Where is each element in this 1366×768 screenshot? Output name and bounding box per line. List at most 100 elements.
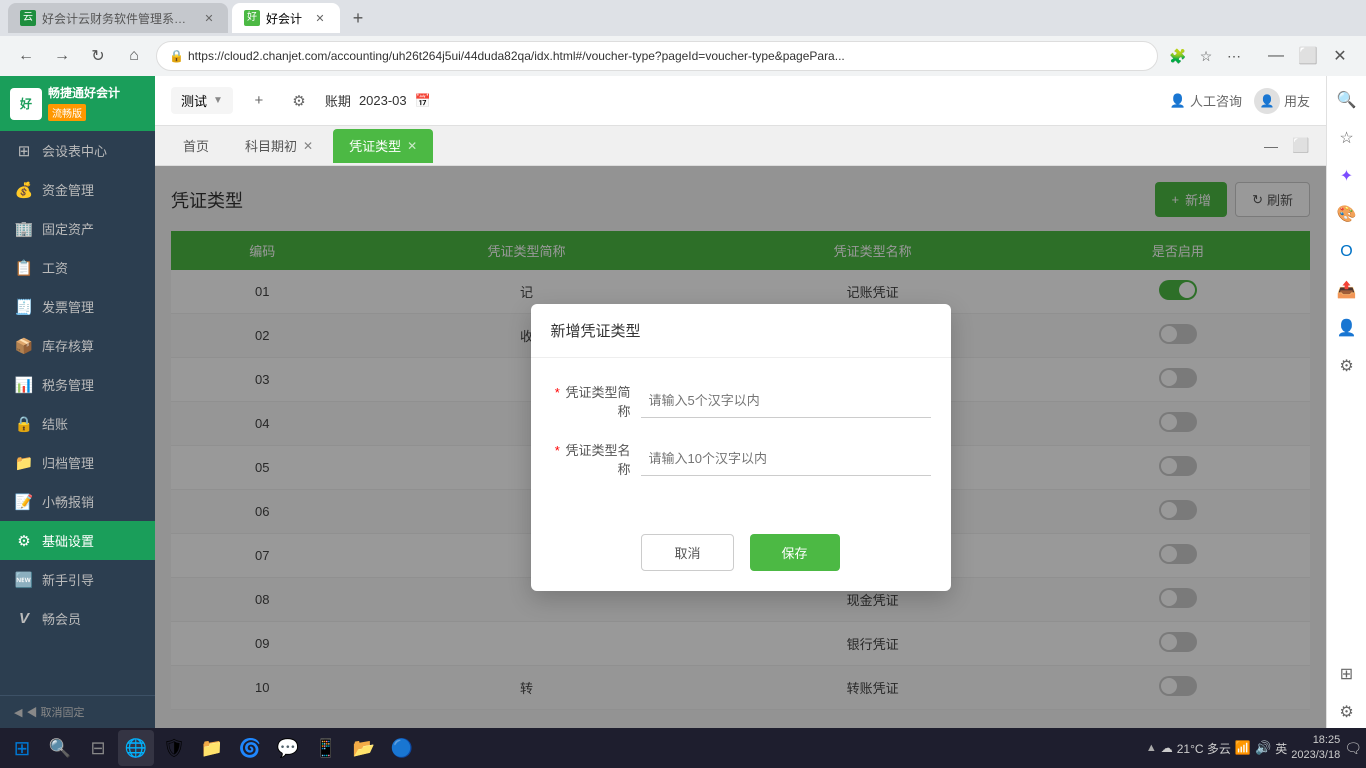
taskbar-search-button[interactable]: 🔍 bbox=[42, 730, 78, 766]
sidebar-item-settings[interactable]: ⚙ 基础设置 bbox=[0, 521, 155, 560]
taskbar-weather-text: 21°C 多云 bbox=[1177, 740, 1231, 757]
right-panel-star[interactable]: ☆ bbox=[1331, 122, 1363, 154]
home-button[interactable]: ⌂ bbox=[120, 42, 148, 70]
workspace-settings-button[interactable]: ⚙ bbox=[285, 87, 313, 115]
minimize-button[interactable]: — bbox=[1262, 42, 1290, 70]
right-panel-add-person[interactable]: 👤 bbox=[1331, 312, 1363, 344]
right-panel-outlook[interactable]: O bbox=[1331, 236, 1363, 268]
taskbar-browser-icon[interactable]: 🌐 bbox=[118, 730, 154, 766]
brand-text-area: 畅捷通好会计 流畅版 bbox=[48, 86, 120, 121]
taskbar-taskview-button[interactable]: ⊟ bbox=[80, 730, 116, 766]
tax-icon: 📊 bbox=[14, 376, 34, 394]
tab-subjects-close[interactable]: ✕ bbox=[303, 139, 313, 153]
sidebar-item-dashboard[interactable]: ⊞ 会设表中心 bbox=[0, 131, 155, 170]
taskbar-edge2-icon[interactable]: 🔵 bbox=[384, 730, 420, 766]
name-input[interactable] bbox=[641, 442, 931, 476]
tab-voucher-type[interactable]: 凭证类型 ✕ bbox=[333, 129, 433, 163]
refresh-button[interactable]: ↻ bbox=[84, 42, 112, 70]
right-panel-ai[interactable]: ✦ bbox=[1331, 160, 1363, 192]
support-button[interactable]: 👤 人工咨询 bbox=[1170, 91, 1242, 110]
browser-tab-1[interactable]: 云 好会计云财务软件管理系统_会计 ✕ bbox=[8, 3, 228, 33]
sidebar-item-finance[interactable]: 💰 资金管理 bbox=[0, 170, 155, 209]
new-tab-button[interactable]: + bbox=[344, 4, 372, 32]
right-panel: 🔍 ☆ ✦ 🎨 O 📤 👤 ⚙ ⊞ ⚙ bbox=[1326, 76, 1366, 728]
back-button[interactable]: ← bbox=[12, 42, 40, 70]
tab-voucher-type-close[interactable]: ✕ bbox=[407, 139, 417, 153]
taskbar-network: 📶 bbox=[1235, 740, 1251, 756]
payroll-icon: 📋 bbox=[14, 259, 34, 277]
modal-body: * 凭证类型简称 * 凭证类型名称 bbox=[531, 358, 951, 522]
extensions-button[interactable]: 🧩 bbox=[1166, 44, 1190, 68]
taskbar-edge-icon[interactable]: 🌀 bbox=[232, 730, 268, 766]
taskbar-folder-icon[interactable]: 📁 bbox=[194, 730, 230, 766]
add-workspace-button[interactable]: + bbox=[245, 87, 273, 115]
workspace-selector[interactable]: 测试 ▼ bbox=[171, 87, 233, 114]
sidebar-item-payroll[interactable]: 📋 工资 bbox=[0, 248, 155, 287]
sidebar-item-expense[interactable]: 📝 小畅报销 bbox=[0, 482, 155, 521]
name-form-row: * 凭证类型名称 bbox=[551, 440, 931, 478]
user-button[interactable]: 👤 用友 bbox=[1254, 88, 1310, 114]
clock-time: 18:25 bbox=[1291, 733, 1340, 748]
cancel-button[interactable]: 取消 bbox=[641, 534, 733, 571]
taskbar-chevron[interactable]: ▲ bbox=[1146, 742, 1157, 754]
sidebar-item-guide[interactable]: 🆕 新手引导 bbox=[0, 560, 155, 599]
right-panel-share[interactable]: 📤 bbox=[1331, 274, 1363, 306]
sys-clock: 18:25 2023/3/18 bbox=[1291, 733, 1340, 764]
sidebar-items: ⊞ 会设表中心 💰 资金管理 🏢 固定资产 📋 工资 🧾 发票管理 bbox=[0, 131, 155, 695]
tab1-close[interactable]: ✕ bbox=[202, 10, 216, 26]
taskbar-sound: 🔊 bbox=[1255, 740, 1271, 756]
user-name: 用友 bbox=[1284, 91, 1310, 110]
name-label: * 凭证类型名称 bbox=[551, 440, 641, 478]
forward-button[interactable]: → bbox=[48, 42, 76, 70]
favorites-button[interactable]: ☆ bbox=[1194, 44, 1218, 68]
sidebar-item-label-member: 畅会员 bbox=[42, 609, 81, 628]
taskbar-shield-icon[interactable]: 🛡 bbox=[156, 730, 192, 766]
taskbar-apps-icon[interactable]: 📱 bbox=[308, 730, 344, 766]
right-panel-more-tools[interactable]: ⚙ bbox=[1331, 350, 1363, 382]
sidebar-item-close[interactable]: 🔒 结账 bbox=[0, 404, 155, 443]
sidebar-item-invoice[interactable]: 🧾 发票管理 bbox=[0, 287, 155, 326]
close-period-icon: 🔒 bbox=[14, 415, 34, 433]
close-window-button[interactable]: ✕ bbox=[1326, 42, 1354, 70]
right-panel-search[interactable]: 🔍 bbox=[1331, 84, 1363, 116]
member-icon: V bbox=[14, 610, 34, 627]
tab1-title: 好会计云财务软件管理系统_会计 bbox=[42, 10, 192, 27]
tab-maximize-button[interactable]: ⬜ bbox=[1288, 133, 1314, 159]
save-button[interactable]: 保存 bbox=[750, 534, 840, 571]
sidebar-item-archive[interactable]: 📁 归档管理 bbox=[0, 443, 155, 482]
taskbar-wechat-icon[interactable]: 💬 bbox=[270, 730, 306, 766]
abbr-label: * 凭证类型简称 bbox=[551, 382, 641, 420]
sidebar-item-label-settings: 基础设置 bbox=[42, 531, 94, 550]
right-panel-grid[interactable]: ⊞ bbox=[1331, 658, 1363, 690]
tab-minimize-button[interactable]: — bbox=[1258, 133, 1284, 159]
support-label: 人工咨询 bbox=[1190, 91, 1242, 110]
tab-subjects[interactable]: 科目期初 ✕ bbox=[229, 129, 329, 163]
url-bar[interactable]: 🔒 https://cloud2.chanjet.com/accounting/… bbox=[156, 41, 1158, 71]
sidebar-item-tax[interactable]: 📊 税务管理 bbox=[0, 365, 155, 404]
address-bar: ← → ↻ ⌂ 🔒 https://cloud2.chanjet.com/acc… bbox=[0, 36, 1366, 76]
calendar-icon: 📅 bbox=[415, 93, 431, 109]
inventory-icon: 📦 bbox=[14, 337, 34, 355]
taskbar: ⊞ 🔍 ⊟ 🌐 🛡 📁 🌀 💬 📱 📂 🔵 ▲ ☁ 21°C 多云 📶 🔊 英 … bbox=[0, 728, 1366, 768]
taskbar-windows-button[interactable]: ⊞ bbox=[4, 730, 40, 766]
right-panel-gear[interactable]: ⚙ bbox=[1331, 696, 1363, 728]
sidebar-item-member[interactable]: V 畅会员 bbox=[0, 599, 155, 638]
page-content: 凭证类型 + 新增 ↻ 刷新 bbox=[155, 166, 1326, 728]
tab-home[interactable]: 首页 bbox=[167, 129, 225, 163]
sidebar-unpin[interactable]: ◀ ◀ 取消固定 bbox=[0, 695, 155, 728]
taskbar-file-icon[interactable]: 📂 bbox=[346, 730, 382, 766]
sidebar-item-label-payroll: 工资 bbox=[42, 258, 68, 277]
abbr-input[interactable] bbox=[641, 384, 931, 418]
guide-icon: 🆕 bbox=[14, 571, 34, 589]
modal-footer: 取消 保存 bbox=[531, 522, 951, 591]
taskbar-notification[interactable]: 🗨 bbox=[1344, 740, 1362, 757]
settings-browser-button[interactable]: ⋯ bbox=[1222, 44, 1246, 68]
period-value: 2023-03 bbox=[359, 93, 407, 108]
brand-tag: 流畅版 bbox=[48, 104, 86, 121]
sidebar-item-assets[interactable]: 🏢 固定资产 bbox=[0, 209, 155, 248]
maximize-button[interactable]: ⬜ bbox=[1294, 42, 1322, 70]
sidebar-item-inventory[interactable]: 📦 库存核算 bbox=[0, 326, 155, 365]
browser-tab-2[interactable]: 好 好会计 ✕ bbox=[232, 3, 340, 33]
tab2-close[interactable]: ✕ bbox=[312, 10, 328, 26]
right-panel-color[interactable]: 🎨 bbox=[1331, 198, 1363, 230]
